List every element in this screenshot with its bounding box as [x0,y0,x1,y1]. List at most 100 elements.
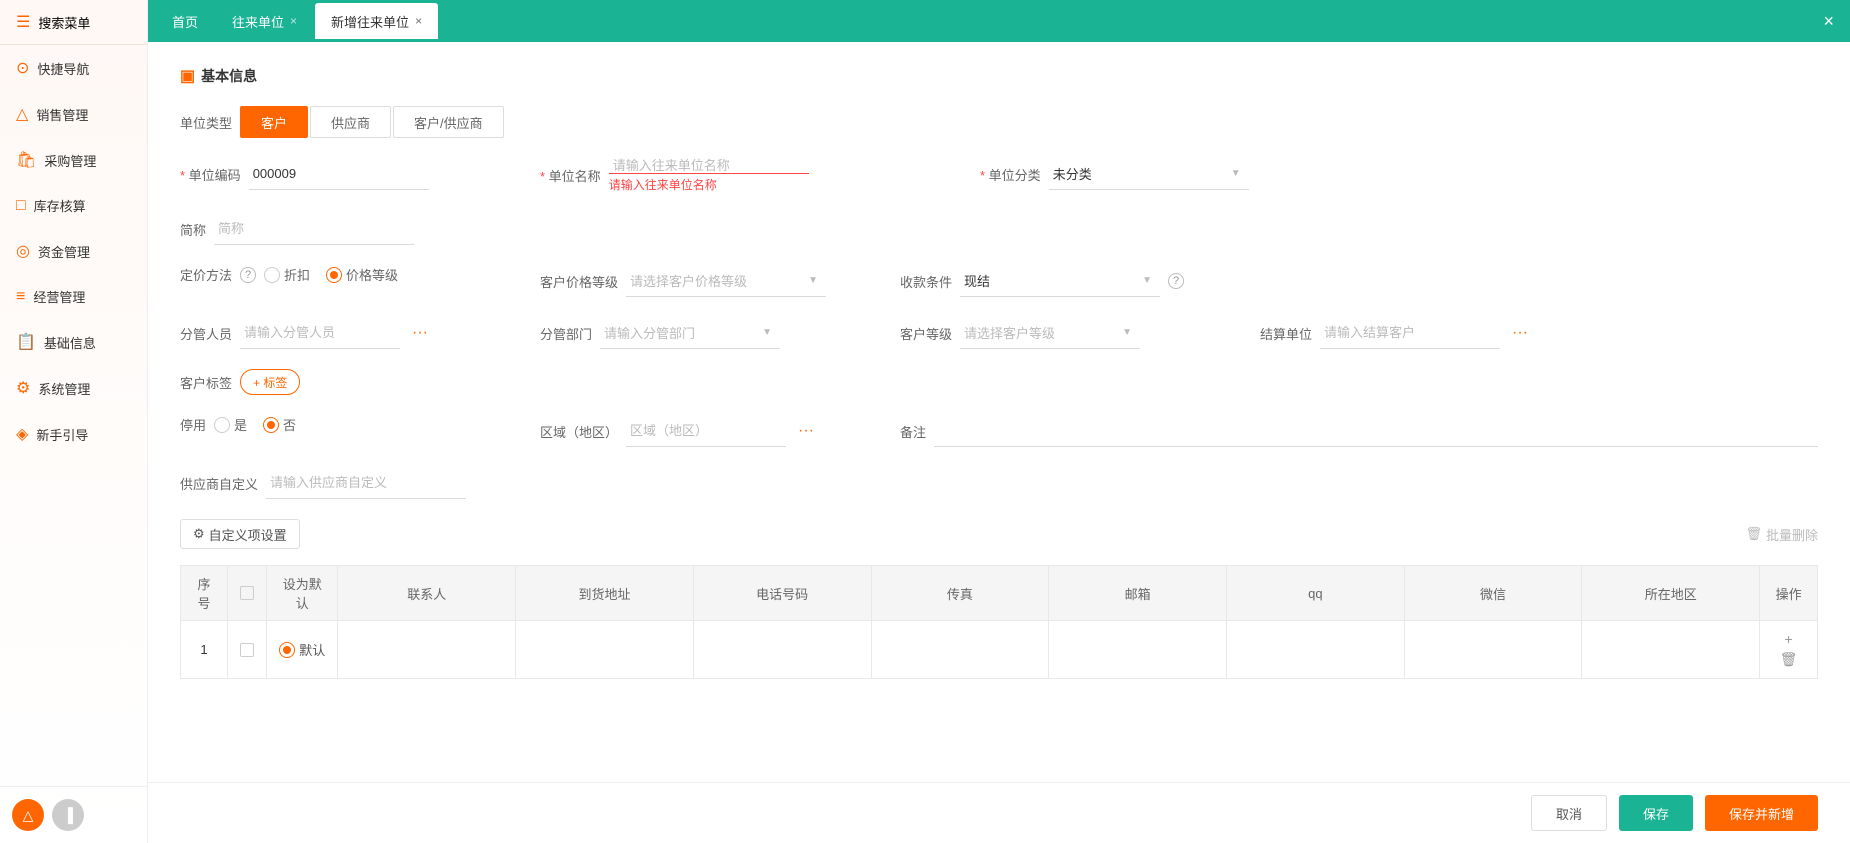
dept-select[interactable]: 请输入分管部门 ▼ [600,317,780,349]
unit-name-label: * 单位名称 [540,166,601,185]
unit-name-error: 请输入往来单位名称 [609,176,980,193]
tab-partners[interactable]: 往来单位 × [216,3,313,39]
radio-discount-dot [264,267,280,283]
remark-input[interactable] [934,415,1818,447]
radio-discount[interactable]: 折扣 [264,265,310,284]
region-row-input[interactable] [1594,634,1747,666]
search-icon: ☰ [16,12,30,32]
sidebar-item-sales[interactable]: △ 销售管理 [0,91,147,137]
pricing-question-icon[interactable]: ? [240,267,256,283]
purchase-icon: 🛍 [16,150,36,170]
unit-name-input[interactable] [609,158,809,174]
row-checkbox[interactable] [240,643,254,657]
supplier-custom-field: 供应商自定义 [180,467,540,499]
email-input[interactable] [1061,634,1214,666]
tag-add-btn[interactable]: + 标签 [240,369,300,395]
dept-label: 分管部门 [540,324,592,343]
payment-terms-select[interactable]: 现结 ▼ [960,265,1160,297]
sidebar-item-guide[interactable]: ◈ 新手引导 [0,411,147,457]
sidebar-item-base[interactable]: 📋 基础信息 [0,319,147,365]
sidebar-item-label: 经营管理 [33,287,85,306]
manager-more-btn[interactable]: ··· [408,324,432,342]
disable-field: 停用 是 否 [180,415,540,434]
tab-partners-close[interactable]: × [290,14,297,28]
sidebar-item-operations[interactable]: ≡ 经营管理 [0,274,147,319]
td-address [516,621,694,679]
radio-price-level[interactable]: 价格等级 [326,265,398,284]
dept-arrow: ▼ [762,327,772,338]
qq-input[interactable] [1239,634,1392,666]
customer-price-level-select[interactable]: 请选择客户价格等级 ▼ [626,265,826,297]
payment-question-icon[interactable]: ? [1168,273,1184,289]
unit-code-label: * 单位编码 [180,165,241,184]
radio-yes[interactable]: 是 [214,415,247,434]
sidebar-item-system[interactable]: ⚙ 系统管理 [0,365,147,411]
sidebar-item-label: 快捷导航 [37,59,89,78]
sidebar-search[interactable]: ☰ 搜索菜单 [0,0,147,45]
tab-bar-close-all[interactable]: × [1815,11,1842,32]
unit-type-row: 单位类型 客户 供应商 客户/供应商 [180,106,1818,138]
customer-level-select[interactable]: 请选择客户等级 ▼ [960,317,1140,349]
manager-input[interactable] [240,317,400,349]
td-email [1049,621,1227,679]
sidebar-bottom-btn2[interactable]: ▐ [52,799,84,831]
region-label: 区域（地区） [540,422,618,441]
tab-new-partner[interactable]: 新增往来单位 × [315,3,438,39]
region-input[interactable] [626,415,786,447]
td-default: 默认 [267,621,338,679]
sidebar-item-inventory[interactable]: □ 库存核算 [0,183,147,228]
batch-delete-icon: 🗑 [1745,526,1762,542]
batch-delete-btn[interactable]: 🗑 批量删除 [1745,525,1818,544]
payment-arrow: ▼ [1142,275,1152,286]
custom-settings-btn[interactable]: ⚙ 自定义项设置 [180,519,300,549]
phone-input[interactable] [706,634,859,666]
default-radio[interactable]: 默认 [279,640,325,659]
save-new-button[interactable]: 保存并新增 [1705,795,1818,831]
settlement-input[interactable] [1320,317,1500,349]
short-name-input[interactable] [214,213,414,245]
custom-settings-label: 自定义项设置 [209,525,287,544]
save-button[interactable]: 保存 [1619,795,1693,831]
td-phone [693,621,871,679]
radio-no[interactable]: 否 [263,415,296,434]
customer-level-field: 客户等级 请选择客户等级 ▼ [900,317,1260,349]
cancel-button[interactable]: 取消 [1531,795,1607,831]
address-input[interactable] [528,634,681,666]
supplier-custom-input[interactable] [266,467,466,499]
contact-input[interactable] [350,634,503,666]
unit-name-input-wrapper: 请输入往来单位名称 [609,158,980,193]
section-basic-info: ▣ 基本信息 [180,66,1818,86]
sidebar-bottom-btn1[interactable]: △ [12,799,44,831]
pricing-method-field: 定价方法 ? 折扣 价格等级 [180,265,540,284]
unit-category-select[interactable]: 未分类 ▼ [1049,158,1249,190]
unit-code-name-row: * 单位编码 * 单位名称 请输入往来单位名称 * [180,158,1818,193]
td-wechat [1404,621,1582,679]
dept-field: 分管部门 请输入分管部门 ▼ [540,317,900,349]
sidebar-item-finance[interactable]: ◎ 资金管理 [0,228,147,274]
header-checkbox[interactable] [240,586,254,600]
tab-home[interactable]: 首页 [156,3,214,39]
unit-code-input[interactable] [249,158,429,190]
settlement-more-btn[interactable]: ··· [1508,324,1532,342]
th-seq: 序号 [181,566,228,621]
row-delete-btn[interactable]: 🗑 [1778,649,1800,670]
form-content: ▣ 基本信息 单位类型 客户 供应商 客户/供应商 * 单位编码 [148,42,1850,782]
quick-nav-icon: ⊙ [16,58,29,78]
sidebar-search-label: 搜索菜单 [38,13,90,32]
dept-placeholder: 请输入分管部门 [604,323,695,342]
pricing-method-label: 定价方法 [180,265,232,284]
sidebar-item-label: 销售管理 [36,105,88,124]
sidebar-item-quick-nav[interactable]: ⊙ 快捷导航 [0,45,147,91]
settlement-field: 结算单位 ··· [1260,317,1818,349]
tab-new-partner-close[interactable]: × [415,14,422,28]
row-add-btn[interactable]: + [1782,629,1794,649]
wechat-input[interactable] [1417,634,1570,666]
fax-input[interactable] [884,634,1037,666]
type-btn-both[interactable]: 客户/供应商 [393,106,504,138]
region-more-btn[interactable]: ··· [794,422,818,440]
type-btn-customer[interactable]: 客户 [240,106,308,138]
sidebar-item-label: 采购管理 [44,151,96,170]
type-btn-supplier[interactable]: 供应商 [310,106,391,138]
td-qq [1226,621,1404,679]
sidebar-item-purchase[interactable]: 🛍 采购管理 [0,137,147,183]
